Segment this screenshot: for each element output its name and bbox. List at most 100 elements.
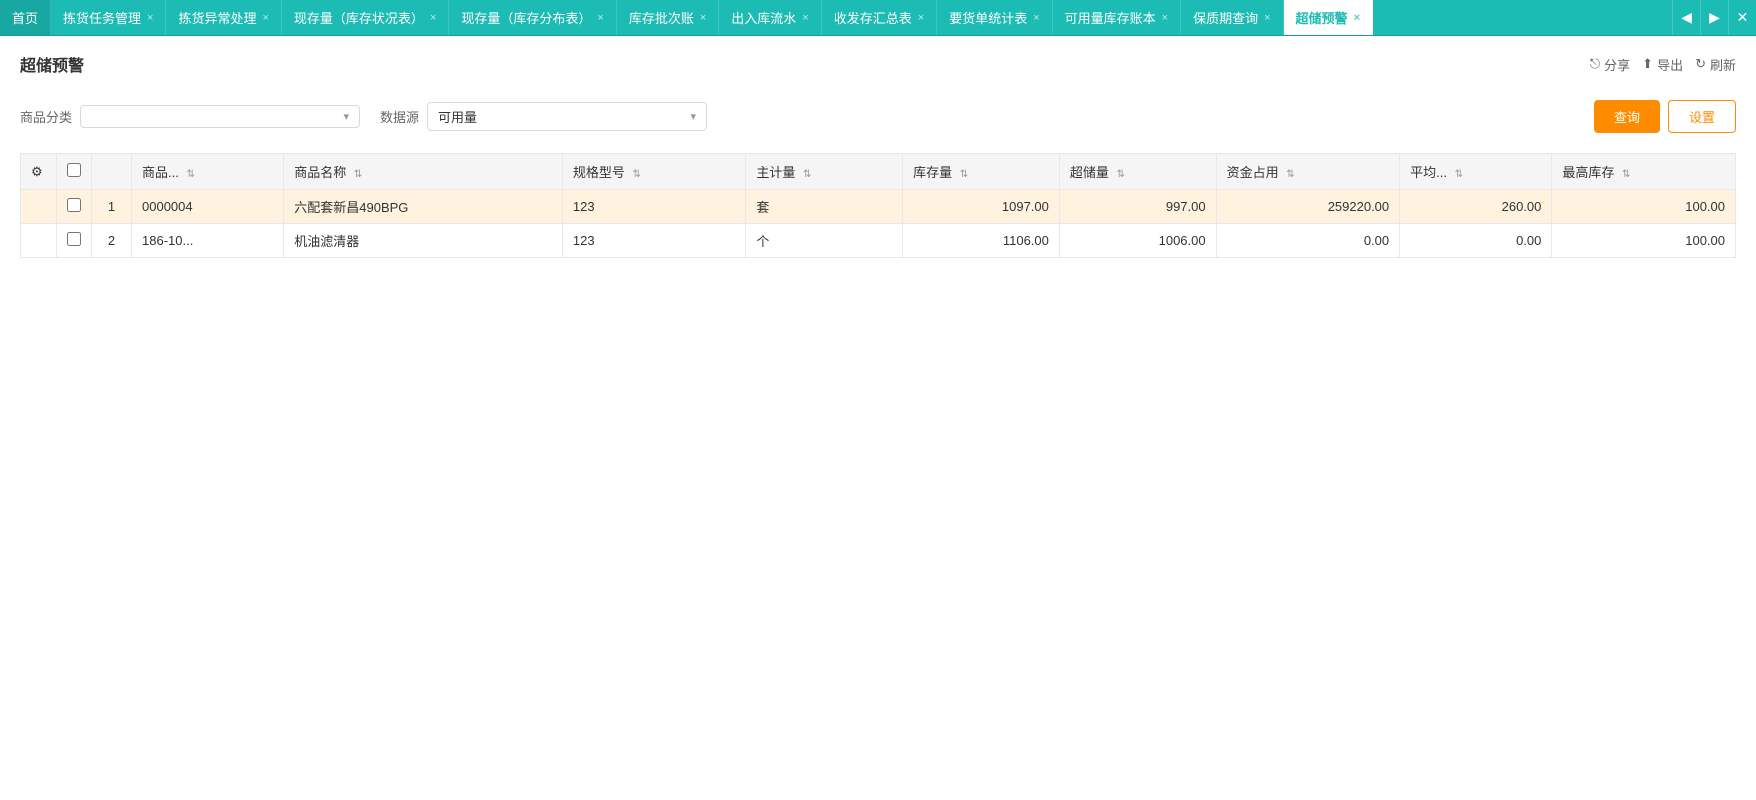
row-max-stock-1: 100.00 [1552, 224, 1736, 258]
close-tab-summary[interactable]: × [918, 12, 924, 24]
row-spec-0: 123 [562, 190, 746, 224]
select-all-checkbox[interactable] [67, 163, 81, 177]
data-source-select[interactable]: 可用量 ▾ [427, 102, 707, 131]
row-unit-0: 套 [746, 190, 903, 224]
close-tab-stock-status[interactable]: × [430, 12, 436, 24]
row-max-stock-0: 100.00 [1552, 190, 1736, 224]
row-checkbox-0[interactable] [67, 198, 81, 212]
row-capital-0: 259220.00 [1216, 190, 1400, 224]
close-tab-task[interactable]: × [147, 12, 153, 24]
nav-item-order-stats[interactable]: 要货单统计表 × [937, 0, 1052, 35]
col-avg[interactable]: 平均... ⇅ [1400, 154, 1552, 190]
col-product-code-label: 商品... [142, 165, 179, 180]
col-settings[interactable]: ⚙ [21, 154, 57, 190]
col-product-code[interactable]: 商品... ⇅ [132, 154, 284, 190]
close-tab-order-stats[interactable]: × [1033, 12, 1039, 24]
col-stock-label: 库存量 [913, 165, 952, 180]
nav-item-summary[interactable]: 收发存汇总表 × [822, 0, 937, 35]
refresh-button[interactable]: ↻ 刷新 [1695, 55, 1736, 74]
sort-avg: ⇅ [1455, 169, 1463, 180]
row-avg-1: 0.00 [1400, 224, 1552, 258]
export-icon: ⬆ [1642, 56, 1653, 72]
nav-item-available[interactable]: 可用量库存账本 × [1053, 0, 1181, 35]
col-spec[interactable]: 规格型号 ⇅ [562, 154, 746, 190]
row-overstock-0: 997.00 [1059, 190, 1216, 224]
data-source-value: 可用量 [438, 107, 477, 126]
close-tab-expiry[interactable]: × [1264, 12, 1270, 24]
col-num [92, 154, 132, 190]
sort-product-name: ⇅ [354, 169, 362, 180]
close-tab-exception[interactable]: × [262, 12, 268, 24]
close-tab-overstock[interactable]: × [1354, 12, 1360, 24]
nav-item-inout[interactable]: 出入库流水 × [719, 0, 821, 35]
product-category-arrow: ▾ [343, 110, 349, 123]
row-num-1: 2 [92, 224, 132, 258]
row-capital-1: 0.00 [1216, 224, 1400, 258]
nav-item-exception[interactable]: 拣货异常处理 × [166, 0, 281, 35]
row-product-code-1: 186-10... [132, 224, 284, 258]
nav-item-stock-status[interactable]: 现存量（库存状况表） × [282, 0, 449, 35]
row-overstock-1: 1006.00 [1059, 224, 1216, 258]
close-tab-inout[interactable]: × [802, 12, 808, 24]
product-category-select[interactable]: ▾ [80, 105, 360, 128]
filter-actions: 查询 设置 [1594, 100, 1736, 133]
row-product-code-0: 0000004 [132, 190, 284, 224]
header-actions: ⎋ 分享 ⬆ 导出 ↻ 刷新 [1590, 55, 1736, 74]
data-source-label: 数据源 [380, 107, 419, 126]
nav-item-task[interactable]: 拣货任务管理 × [51, 0, 166, 35]
col-overstock[interactable]: 超储量 ⇅ [1059, 154, 1216, 190]
export-button[interactable]: ⬆ 导出 [1642, 55, 1683, 74]
sort-max-stock: ⇅ [1622, 169, 1630, 180]
nav-item-stock-dist[interactable]: 现存量（库存分布表） × [449, 0, 616, 35]
close-tab-available[interactable]: × [1162, 12, 1168, 24]
col-product-name-label: 商品名称 [294, 165, 346, 180]
refresh-icon: ↻ [1695, 56, 1706, 72]
col-product-name[interactable]: 商品名称 ⇅ [284, 154, 563, 190]
gear-icon: ⚙ [31, 164, 43, 179]
sort-spec: ⇅ [633, 169, 641, 180]
row-checkbox-cell-0[interactable] [57, 190, 92, 224]
row-product-name-0: 六配套新昌490BPG [284, 190, 563, 224]
row-num-0: 1 [92, 190, 132, 224]
col-max-stock-label: 最高库存 [1562, 165, 1614, 180]
col-unit[interactable]: 主计量 ⇅ [746, 154, 903, 190]
col-checkbox[interactable] [57, 154, 92, 190]
page-title: 超储预警 [20, 52, 84, 76]
nav-next-button[interactable]: ▶ [1700, 0, 1728, 36]
nav-item-home[interactable]: 首页 [0, 0, 51, 35]
query-button[interactable]: 查询 [1594, 100, 1660, 133]
col-stock[interactable]: 库存量 ⇅ [903, 154, 1060, 190]
row-avg-0: 260.00 [1400, 190, 1552, 224]
nav-prev-button[interactable]: ◀ [1672, 0, 1700, 36]
row-product-name-1: 机油滤清器 [284, 224, 563, 258]
nav-item-overstock[interactable]: 超储预警 × [1284, 0, 1373, 35]
table-row: 2 186-10... 机油滤清器 123 个 1106.00 1006.00 … [21, 224, 1736, 258]
nav-close-button[interactable]: ✕ [1728, 0, 1756, 36]
row-checkbox-cell-1[interactable] [57, 224, 92, 258]
col-avg-label: 平均... [1410, 165, 1447, 180]
nav-item-batch[interactable]: 库存批次账 × [617, 0, 719, 35]
col-capital[interactable]: 资金占用 ⇅ [1216, 154, 1400, 190]
col-spec-label: 规格型号 [573, 165, 625, 180]
data-source-arrow: ▾ [691, 110, 697, 123]
table-row: 1 0000004 六配套新昌490BPG 123 套 1097.00 997.… [21, 190, 1736, 224]
settings-button[interactable]: 设置 [1668, 100, 1736, 133]
col-capital-label: 资金占用 [1227, 165, 1279, 180]
top-nav: 首页 拣货任务管理 × 拣货异常处理 × 现存量（库存状况表） × 现存量（库存… [0, 0, 1756, 36]
nav-item-expiry[interactable]: 保质期查询 × [1181, 0, 1283, 35]
close-tab-stock-dist[interactable]: × [597, 12, 603, 24]
filter-row: 商品分类 ▾ 数据源 可用量 ▾ 查询 设置 [20, 92, 1736, 141]
close-tab-batch[interactable]: × [700, 12, 706, 24]
share-button[interactable]: ⎋ 分享 [1590, 55, 1630, 74]
col-max-stock[interactable]: 最高库存 ⇅ [1552, 154, 1736, 190]
row-gear-0 [21, 190, 57, 224]
sort-unit: ⇅ [803, 169, 811, 180]
nav-arrows: ◀ ▶ ✕ [1672, 0, 1756, 36]
page-content: 超储预警 ⎋ 分享 ⬆ 导出 ↻ 刷新 商品分类 ▾ 数据源 [0, 36, 1756, 800]
row-checkbox-1[interactable] [67, 232, 81, 246]
row-unit-1: 个 [746, 224, 903, 258]
sort-capital: ⇅ [1286, 169, 1294, 180]
data-source-group: 数据源 可用量 ▾ [380, 102, 707, 131]
sort-overstock: ⇅ [1117, 169, 1125, 180]
row-stock-0: 1097.00 [903, 190, 1060, 224]
